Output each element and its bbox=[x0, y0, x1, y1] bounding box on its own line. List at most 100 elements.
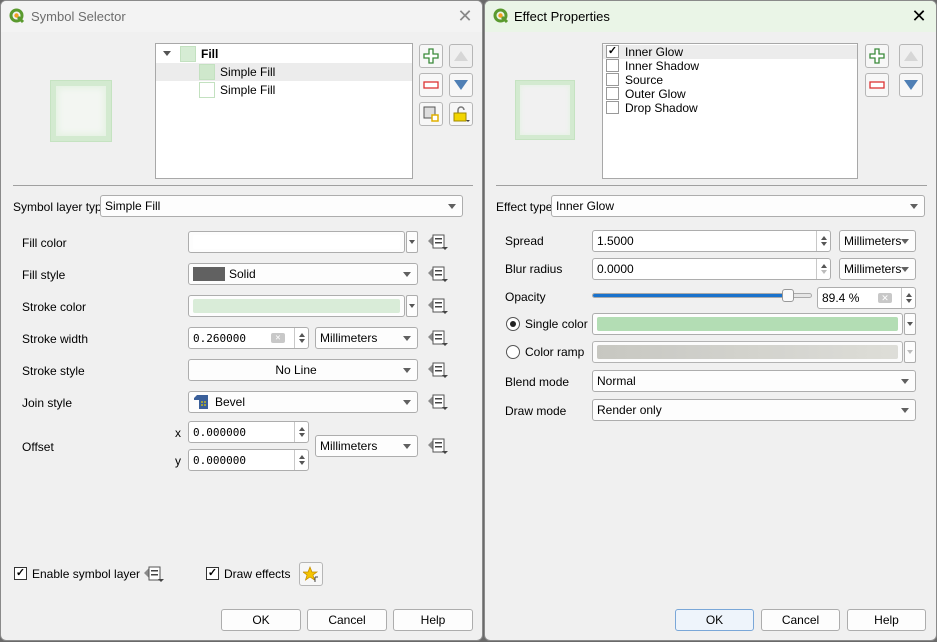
data-defined-override-icon[interactable] bbox=[426, 328, 450, 348]
draw-effects-label[interactable]: Draw effects bbox=[224, 567, 290, 581]
remove-effect-button[interactable] bbox=[865, 73, 889, 97]
effect-checkbox[interactable] bbox=[606, 87, 619, 100]
clear-icon[interactable]: ✕ bbox=[271, 333, 285, 343]
single-color-button[interactable] bbox=[592, 313, 903, 335]
arrow-down-icon bbox=[454, 80, 468, 90]
offset-x-input[interactable]: 0.000000 bbox=[188, 421, 309, 443]
lock-layer-button[interactable] bbox=[449, 102, 473, 126]
offset-y-label: y bbox=[175, 454, 181, 468]
chevron-down-icon bbox=[448, 204, 456, 209]
offset-x-spinner[interactable] bbox=[294, 422, 308, 442]
effect-item-inner-shadow[interactable]: Inner Shadow bbox=[603, 59, 857, 73]
data-defined-override-icon[interactable] bbox=[426, 436, 450, 456]
move-down-button[interactable] bbox=[449, 73, 473, 97]
data-defined-override-icon[interactable] bbox=[426, 232, 450, 252]
move-effect-up-button[interactable] bbox=[899, 44, 923, 68]
expand-arrow-icon[interactable] bbox=[163, 51, 171, 56]
help-button[interactable]: Help bbox=[393, 609, 473, 631]
data-defined-override-icon[interactable] bbox=[426, 264, 450, 284]
fill-style-select[interactable]: Solid bbox=[188, 263, 418, 285]
tree-item-fill[interactable]: Fill bbox=[156, 45, 412, 63]
close-button[interactable]: ✕ bbox=[908, 5, 930, 27]
join-style-select[interactable]: Bevel bbox=[188, 391, 418, 413]
symbol-layer-tree[interactable]: Fill Simple Fill Simple Fill bbox=[155, 43, 413, 179]
blur-radius-unit-select[interactable]: Millimeters bbox=[839, 258, 916, 280]
blend-mode-select[interactable]: Normal bbox=[592, 370, 916, 392]
draw-mode-select[interactable]: Render only bbox=[592, 399, 916, 421]
offset-unit-select[interactable]: Millimeters bbox=[315, 435, 418, 457]
opacity-spinner[interactable] bbox=[901, 288, 915, 308]
stroke-width-spinner[interactable] bbox=[294, 328, 308, 348]
effect-item-outer-glow[interactable]: Outer Glow bbox=[603, 87, 857, 101]
effect-item-inner-glow[interactable]: ✓ Inner Glow bbox=[603, 45, 857, 59]
cancel-button[interactable]: Cancel bbox=[307, 609, 387, 631]
stroke-color-dropdown[interactable] bbox=[406, 295, 418, 317]
data-defined-override-icon[interactable] bbox=[426, 296, 450, 316]
chevron-down-icon bbox=[409, 240, 415, 244]
clear-icon[interactable]: ✕ bbox=[878, 293, 892, 303]
stroke-width-input[interactable]: 0.260000 ✕ bbox=[188, 327, 309, 349]
chevron-down-icon bbox=[403, 368, 411, 373]
cancel-button[interactable]: Cancel bbox=[761, 609, 840, 631]
tree-item-simple-fill-2[interactable]: Simple Fill bbox=[156, 81, 412, 99]
chevron-down-icon bbox=[403, 336, 411, 341]
move-effect-down-button[interactable] bbox=[899, 73, 923, 97]
stroke-color-button[interactable] bbox=[188, 295, 405, 317]
fill-color-dropdown[interactable] bbox=[406, 231, 418, 253]
color-ramp-radio[interactable] bbox=[506, 345, 520, 359]
add-layer-button[interactable] bbox=[419, 44, 443, 68]
color-ramp-dropdown[interactable] bbox=[904, 341, 916, 363]
tree-item-simple-fill-1[interactable]: Simple Fill bbox=[156, 63, 412, 81]
color-ramp-button[interactable] bbox=[592, 341, 903, 363]
stroke-style-select[interactable]: No Line bbox=[188, 359, 418, 381]
spread-spinner[interactable] bbox=[816, 231, 830, 251]
chevron-down-icon bbox=[403, 400, 411, 405]
effect-checkbox[interactable] bbox=[606, 73, 619, 86]
help-button[interactable]: Help bbox=[847, 609, 926, 631]
add-effect-button[interactable] bbox=[865, 44, 889, 68]
duplicate-layer-button[interactable] bbox=[419, 102, 443, 126]
single-color-label[interactable]: Single color bbox=[525, 317, 588, 331]
enable-symbol-layer-label[interactable]: Enable symbol layer bbox=[32, 567, 140, 581]
offset-y-input[interactable]: 0.000000 bbox=[188, 449, 309, 471]
fill-color-button[interactable] bbox=[188, 231, 405, 253]
opacity-slider-handle[interactable] bbox=[781, 289, 794, 302]
spread-input[interactable]: 1.5000 bbox=[592, 230, 831, 252]
data-defined-override-icon[interactable] bbox=[142, 564, 166, 584]
blur-radius-spinner[interactable] bbox=[816, 259, 830, 279]
stroke-color-label: Stroke color bbox=[22, 300, 87, 314]
color-ramp-label[interactable]: Color ramp bbox=[525, 345, 584, 359]
effect-list[interactable]: ✓ Inner Glow Inner Shadow Source Outer G… bbox=[602, 43, 858, 179]
single-color-radio[interactable] bbox=[506, 317, 520, 331]
single-color-dropdown[interactable] bbox=[904, 313, 916, 335]
effect-checkbox[interactable]: ✓ bbox=[606, 45, 619, 58]
effect-item-source[interactable]: Source bbox=[603, 73, 857, 87]
offset-x-label: x bbox=[175, 426, 181, 440]
stroke-width-unit-select[interactable]: Millimeters bbox=[315, 327, 418, 349]
effect-type-select[interactable]: Inner Glow bbox=[551, 195, 925, 217]
opacity-input[interactable]: 89.4 % ✕ bbox=[817, 287, 916, 309]
ok-button[interactable]: OK bbox=[675, 609, 754, 631]
draw-effects-checkbox[interactable]: ✓ bbox=[206, 567, 219, 580]
enable-symbol-layer-checkbox[interactable]: ✓ bbox=[14, 567, 27, 580]
effect-item-drop-shadow[interactable]: Drop Shadow bbox=[603, 101, 857, 115]
data-defined-override-icon[interactable] bbox=[426, 360, 450, 380]
stroke-width-value: 0.260000 bbox=[193, 331, 246, 345]
blur-radius-input[interactable]: 0.0000 bbox=[592, 258, 831, 280]
symbol-layer-type-select[interactable]: Simple Fill bbox=[100, 195, 463, 217]
move-up-button[interactable] bbox=[449, 44, 473, 68]
data-defined-override-icon[interactable] bbox=[426, 392, 450, 412]
effect-properties-titlebar: Effect Properties ✕ bbox=[485, 1, 936, 32]
customize-effects-button[interactable] bbox=[299, 562, 323, 586]
opacity-slider[interactable] bbox=[592, 289, 812, 302]
offset-y-value: 0.000000 bbox=[193, 453, 246, 467]
close-button[interactable]: ✕ bbox=[454, 5, 476, 27]
effect-checkbox[interactable] bbox=[606, 59, 619, 72]
spread-unit-select[interactable]: Millimeters bbox=[839, 230, 916, 252]
minus-icon bbox=[869, 81, 885, 89]
offset-y-spinner[interactable] bbox=[294, 450, 308, 470]
effect-checkbox[interactable] bbox=[606, 101, 619, 114]
ok-button[interactable]: OK bbox=[221, 609, 301, 631]
blur-radius-label: Blur radius bbox=[505, 262, 563, 276]
remove-layer-button[interactable] bbox=[419, 73, 443, 97]
